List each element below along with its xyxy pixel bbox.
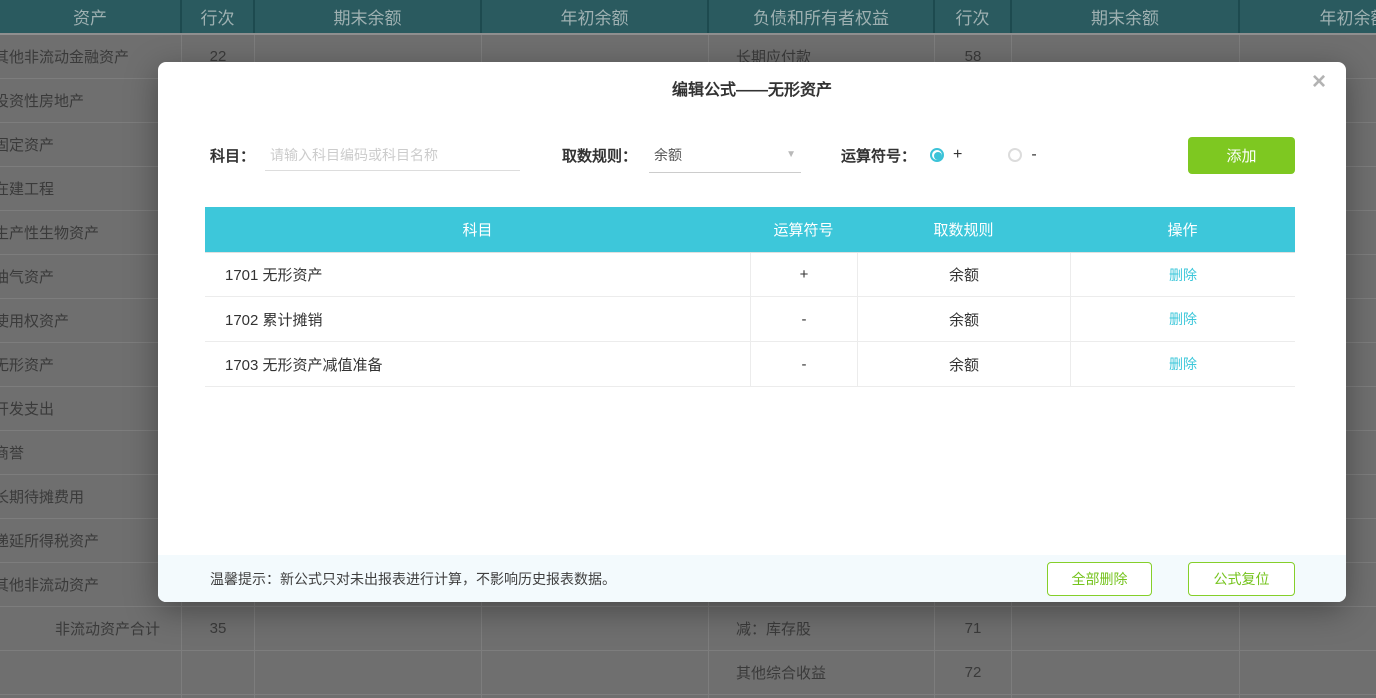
formula-table: 科目 运算符号 取数规则 操作 1701 无形资产 + 余额 删除 1702 累计摊销 -… xyxy=(205,207,1295,387)
bg-column-header: 期末余额 xyxy=(1012,0,1240,33)
bg-ending-balance-cell xyxy=(255,651,482,694)
bg-asset-label: 其他非流动资产 xyxy=(0,563,182,606)
delete-row-link[interactable]: 删除 xyxy=(1169,354,1197,374)
bg-liability-line-no: 72 xyxy=(935,651,1012,694)
bg-asset-label: 投资性房地产 xyxy=(0,79,182,122)
delete-row-link[interactable]: 删除 xyxy=(1169,309,1197,329)
formula-table-header: 科目 运算符号 取数规则 操作 xyxy=(205,207,1295,252)
bg-beginning-balance-cell xyxy=(1240,651,1376,694)
balance-sheet-header-row: 资产行次期末余额年初余额负债和所有者权益行次期末余额年初余额 xyxy=(0,0,1376,35)
formula-row: 1703 无形资产减值准备 - 余额 删除 xyxy=(205,342,1295,387)
bg-ending-balance-cell xyxy=(1012,651,1240,694)
subject-label: 科目： xyxy=(210,147,256,165)
footer-tip-text: 温馨提示：新公式只对未出报表进行计算，不影响历史报表数据。 xyxy=(210,570,616,587)
delete-row-link[interactable]: 删除 xyxy=(1169,265,1197,285)
bg-table-row: 其他综合收益 72 xyxy=(0,651,1376,695)
operator-minus-radio[interactable]: - xyxy=(1008,146,1037,164)
formula-rule-cell: 余额 xyxy=(857,253,1070,296)
formula-action-cell: 删除 xyxy=(1070,297,1295,341)
bg-asset-label: 生产性生物资产 xyxy=(0,211,182,254)
bg-asset-label: 其他非流动金融资产 xyxy=(0,35,182,78)
column-header-operator: 运算符号 xyxy=(773,222,834,239)
rule-label: 取数规则： xyxy=(562,147,638,165)
formula-subject-cell: 1702 累计摊销 xyxy=(225,311,323,329)
bg-asset-label: 使用权资产 xyxy=(0,299,182,342)
formula-table-body: 1701 无形资产 + 余额 删除 1702 累计摊销 - 余额 删除 1703 无形资产减值准… xyxy=(205,252,1295,387)
formula-rule-cell: 余额 xyxy=(857,297,1070,341)
bg-beginning-balance-cell xyxy=(482,607,709,650)
bg-column-header: 年初余额 xyxy=(482,0,709,33)
edit-formula-dialog: 编辑公式——无形资产 × 科目： 取数规则： 余额 ▼ 运算符号： + - 添加 xyxy=(158,62,1346,602)
operator-label: 运算符号： xyxy=(841,147,917,165)
bg-liability-label: 减：库存股 xyxy=(709,607,935,650)
chevron-down-icon: ▼ xyxy=(786,149,797,160)
bg-asset-label: 长期待摊费用 xyxy=(0,475,182,518)
bg-beginning-balance-cell xyxy=(1240,607,1376,650)
formula-subject-cell: 1703 无形资产减值准备 xyxy=(225,356,383,374)
operator-plus-text: + xyxy=(953,146,963,163)
dialog-title: 编辑公式——无形资产 xyxy=(671,82,832,99)
bg-liability-label: 其他综合收益 xyxy=(709,651,935,694)
radio-unselected-icon xyxy=(1008,148,1023,162)
formula-action-cell: 删除 xyxy=(1070,253,1295,296)
column-header-subject: 科目 xyxy=(462,222,493,239)
bg-column-header: 行次 xyxy=(935,0,1012,33)
bg-asset-label: 商誉 xyxy=(0,431,182,474)
close-icon[interactable]: × xyxy=(1312,70,1326,94)
formula-action-cell: 删除 xyxy=(1070,342,1295,386)
bg-column-header: 行次 xyxy=(182,0,255,33)
bg-asset-label: 开发支出 xyxy=(0,387,182,430)
column-header-rule: 取数规则 xyxy=(933,222,994,239)
bg-asset-label: 在建工程 xyxy=(0,167,182,210)
add-button[interactable]: 添加 xyxy=(1188,136,1295,174)
bg-liability-line-no: 71 xyxy=(935,607,1012,650)
app-screen: 资产行次期末余额年初余额负债和所有者权益行次期末余额年初余额 其他非流动金融资产… xyxy=(0,0,1376,698)
bg-asset-label: 固定资产 xyxy=(0,123,182,166)
bg-asset-line-no xyxy=(182,651,255,694)
formula-rule-cell: 余额 xyxy=(857,342,1070,386)
operator-minus-text: - xyxy=(1031,146,1037,163)
bg-asset-label: 油气资产 xyxy=(0,255,182,298)
bg-asset-label xyxy=(0,651,182,694)
bg-asset-label: 递延所得税资产 xyxy=(0,519,182,562)
bg-asset-line-no: 35 xyxy=(182,607,255,650)
bg-beginning-balance-cell xyxy=(482,651,709,694)
rule-select-value: 余额 xyxy=(654,146,683,163)
rule-select[interactable]: 余额 ▼ xyxy=(649,138,802,173)
formula-row: 1701 无形资产 + 余额 删除 xyxy=(205,252,1295,297)
radio-selected-icon xyxy=(930,148,945,162)
formula-row: 1702 累计摊销 - 余额 删除 xyxy=(205,297,1295,342)
bg-column-header: 负债和所有者权益 xyxy=(709,0,935,33)
dialog-footer: 温馨提示：新公式只对未出报表进行计算，不影响历史报表数据。 全部删除 公式复位 xyxy=(158,555,1346,602)
formula-subject-cell: 1701 无形资产 xyxy=(225,267,323,284)
bg-asset-label: 非流动资产合计 xyxy=(0,607,182,650)
bg-table-row: 非流动资产合计 35 减：库存股 71 xyxy=(0,607,1376,651)
formula-operator-cell: + xyxy=(750,253,857,296)
bg-column-header: 年初余额 xyxy=(1319,9,1376,28)
formula-reset-button[interactable]: 公式复位 xyxy=(1188,562,1295,596)
bg-ending-balance-cell xyxy=(1012,607,1240,650)
operator-plus-radio[interactable]: + xyxy=(930,146,962,164)
subject-input[interactable] xyxy=(265,139,521,171)
bg-column-header: 资产 xyxy=(0,0,182,33)
bg-ending-balance-cell xyxy=(255,607,482,650)
column-header-action: 操作 xyxy=(1167,222,1198,239)
formula-operator-cell: - xyxy=(750,342,857,386)
delete-all-button[interactable]: 全部删除 xyxy=(1047,562,1152,596)
formula-operator-cell: - xyxy=(750,297,857,341)
bg-column-header: 期末余额 xyxy=(255,0,482,33)
bg-asset-label: 无形资产 xyxy=(0,343,182,386)
formula-form-row: 科目： 取数规则： 余额 ▼ 运算符号： + - 添加 xyxy=(210,135,1295,175)
